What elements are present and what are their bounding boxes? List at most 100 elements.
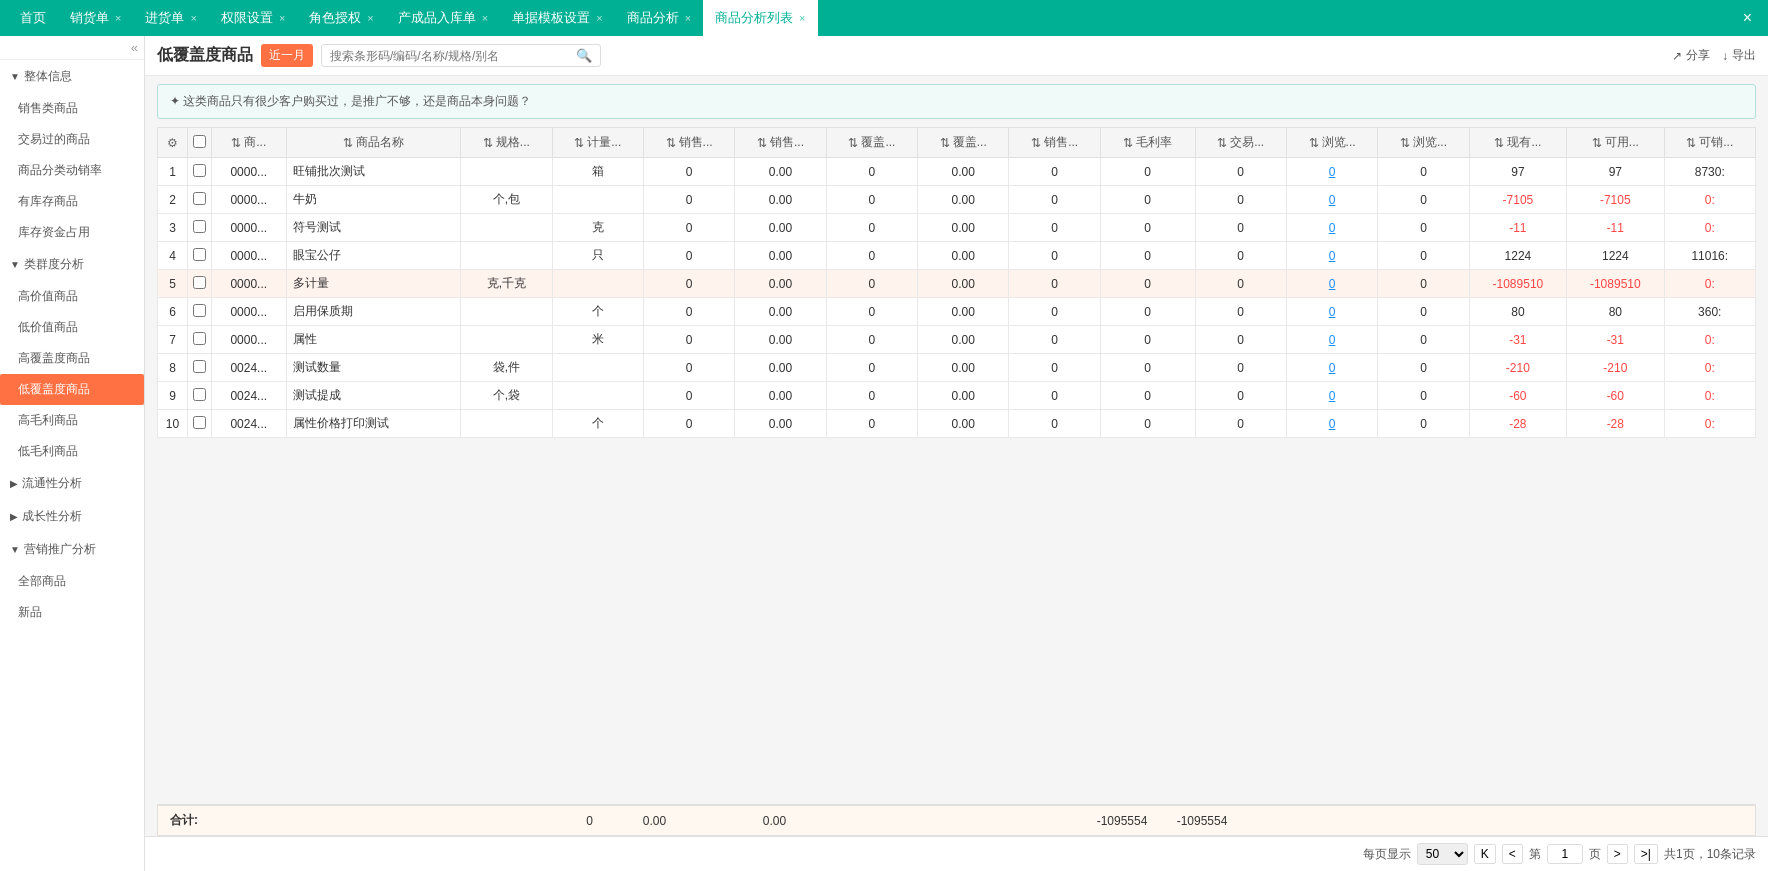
col-sales2[interactable]: ⇅销售... [735,128,826,158]
row-browse1[interactable]: 0 [1286,410,1377,438]
sidebar-item-inventory-capital[interactable]: 库存资金占用 [0,217,144,248]
sidebar-section-growth[interactable]: ▶ 成长性分析 [0,500,144,533]
sidebar-item-stocked-goods[interactable]: 有库存商品 [0,186,144,217]
nav-close-all-button[interactable]: × [1735,9,1760,27]
row-checkbox[interactable] [188,326,212,354]
row-checkbox[interactable] [188,214,212,242]
sidebar-section-cluster[interactable]: ▼ 类群度分析 [0,248,144,281]
row-checkbox[interactable] [188,410,212,438]
col-sellable[interactable]: ⇅可销... [1664,128,1755,158]
col-trade[interactable]: ⇅交易... [1195,128,1286,158]
sidebar-item-low-coverage[interactable]: 低覆盖度商品 [0,374,144,405]
pagination-page-size-select[interactable]: 50 100 200 [1417,843,1468,865]
col-checkbox[interactable] [188,128,212,158]
nav-tab-home[interactable]: 首页 [8,0,58,36]
nav-tab-finished-goods[interactable]: 产成品入库单 × [386,0,500,36]
date-filter-button[interactable]: 近一月 [261,44,313,67]
nav-tab-product-analysis-list[interactable]: 商品分析列表 × [703,0,817,36]
row-browse1[interactable]: 0 [1286,214,1377,242]
select-all-checkbox[interactable] [193,135,206,148]
settings-icon[interactable]: ⚙ [167,136,178,150]
sidebar-item-new-goods[interactable]: 新品 [0,597,144,628]
pagination-last-button[interactable]: >| [1634,844,1658,864]
col-settings[interactable]: ⚙ [158,128,188,158]
row-current: -60 [1469,382,1566,410]
sidebar-item-high-margin[interactable]: 高毛利商品 [0,405,144,436]
row-browse1[interactable]: 0 [1286,354,1377,382]
sidebar-section-overall[interactable]: ▼ 整体信息 [0,60,144,93]
sidebar-item-high-coverage[interactable]: 高覆盖度商品 [0,343,144,374]
row-checkbox[interactable] [188,158,212,186]
row-sales3: 0 [1009,354,1100,382]
row-browse1[interactable]: 0 [1286,270,1377,298]
row-sales1: 0 [643,410,734,438]
row-code: 0024... [212,354,287,382]
search-input[interactable] [330,49,576,63]
row-checkbox[interactable] [188,270,212,298]
row-checkbox[interactable] [188,242,212,270]
sidebar-section-marketing[interactable]: ▼ 营销推广分析 [0,533,144,566]
col-current[interactable]: ⇅现有... [1469,128,1566,158]
nav-tab-product-analysis[interactable]: 商品分析 × [615,0,703,36]
col-cover2[interactable]: ⇅覆盖... [918,128,1009,158]
row-gross: 0 [1100,270,1195,298]
nav-tab-purchase[interactable]: 进货单 × [133,0,208,36]
col-name[interactable]: ⇅商品名称 [286,128,461,158]
row-browse1[interactable]: 0 [1286,382,1377,410]
col-sales3[interactable]: ⇅销售... [1009,128,1100,158]
nav-tab-sales[interactable]: 销货单 × [58,0,133,36]
row-browse2: 0 [1378,354,1469,382]
sidebar-item-low-value[interactable]: 低价值商品 [0,312,144,343]
row-gross: 0 [1100,186,1195,214]
col-unit[interactable]: ⇅计量... [552,128,643,158]
row-checkbox[interactable] [188,382,212,410]
col-cover1[interactable]: ⇅覆盖... [826,128,917,158]
nav-tab-sales-close[interactable]: × [115,12,121,24]
row-browse1[interactable]: 0 [1286,242,1377,270]
sidebar-item-high-value[interactable]: 高价值商品 [0,281,144,312]
sort-icon-current: ⇅ [1494,136,1504,150]
col-sales1[interactable]: ⇅销售... [643,128,734,158]
row-unit: 个 [552,298,643,326]
nav-tab-template-close[interactable]: × [596,12,602,24]
nav-tab-permissions[interactable]: 权限设置 × [209,0,297,36]
nav-tab-product-analysis-close[interactable]: × [685,12,691,24]
data-table-container[interactable]: ⚙ ⇅商... ⇅商品名称 ⇅规格... ⇅计量... ⇅销售... ⇅销售..… [157,127,1756,804]
col-browse2[interactable]: ⇅浏览... [1378,128,1469,158]
col-code[interactable]: ⇅商... [212,128,287,158]
pagination-first-button[interactable]: K [1474,844,1496,864]
row-trade: 0 [1195,158,1286,186]
row-checkbox[interactable] [188,354,212,382]
row-browse1[interactable]: 0 [1286,158,1377,186]
sort-icon-unit: ⇅ [574,136,584,150]
sidebar-item-category-sales-rate[interactable]: 商品分类动销率 [0,155,144,186]
row-checkbox[interactable] [188,298,212,326]
row-checkbox[interactable] [188,186,212,214]
col-browse1[interactable]: ⇅浏览... [1286,128,1377,158]
nav-tab-product-analysis-list-close[interactable]: × [799,12,805,24]
pagination-prev-button[interactable]: < [1502,844,1523,864]
sidebar-section-liquidity[interactable]: ▶ 流通性分析 [0,467,144,500]
nav-tab-roles[interactable]: 角色授权 × [297,0,385,36]
nav-tab-purchase-close[interactable]: × [190,12,196,24]
share-button[interactable]: ↗ 分享 [1672,47,1710,64]
row-browse1[interactable]: 0 [1286,186,1377,214]
col-spec[interactable]: ⇅规格... [461,128,552,158]
pagination-page-input[interactable] [1547,844,1583,864]
sidebar-item-all-goods[interactable]: 全部商品 [0,566,144,597]
row-name: 眼宝公仔 [286,242,461,270]
col-gross[interactable]: ⇅毛利率 [1100,128,1195,158]
sidebar-collapse-button[interactable]: « [131,40,138,55]
row-browse1[interactable]: 0 [1286,298,1377,326]
sidebar-item-traded-goods[interactable]: 交易过的商品 [0,124,144,155]
export-button[interactable]: ↓ 导出 [1722,47,1756,64]
nav-tab-permissions-close[interactable]: × [279,12,285,24]
pagination-next-button[interactable]: > [1607,844,1628,864]
nav-tab-template[interactable]: 单据模板设置 × [500,0,614,36]
row-browse1[interactable]: 0 [1286,326,1377,354]
nav-tab-finished-goods-close[interactable]: × [482,12,488,24]
sidebar-item-low-margin[interactable]: 低毛利商品 [0,436,144,467]
col-available[interactable]: ⇅可用... [1567,128,1664,158]
sidebar-item-sales-goods[interactable]: 销售类商品 [0,93,144,124]
nav-tab-roles-close[interactable]: × [367,12,373,24]
